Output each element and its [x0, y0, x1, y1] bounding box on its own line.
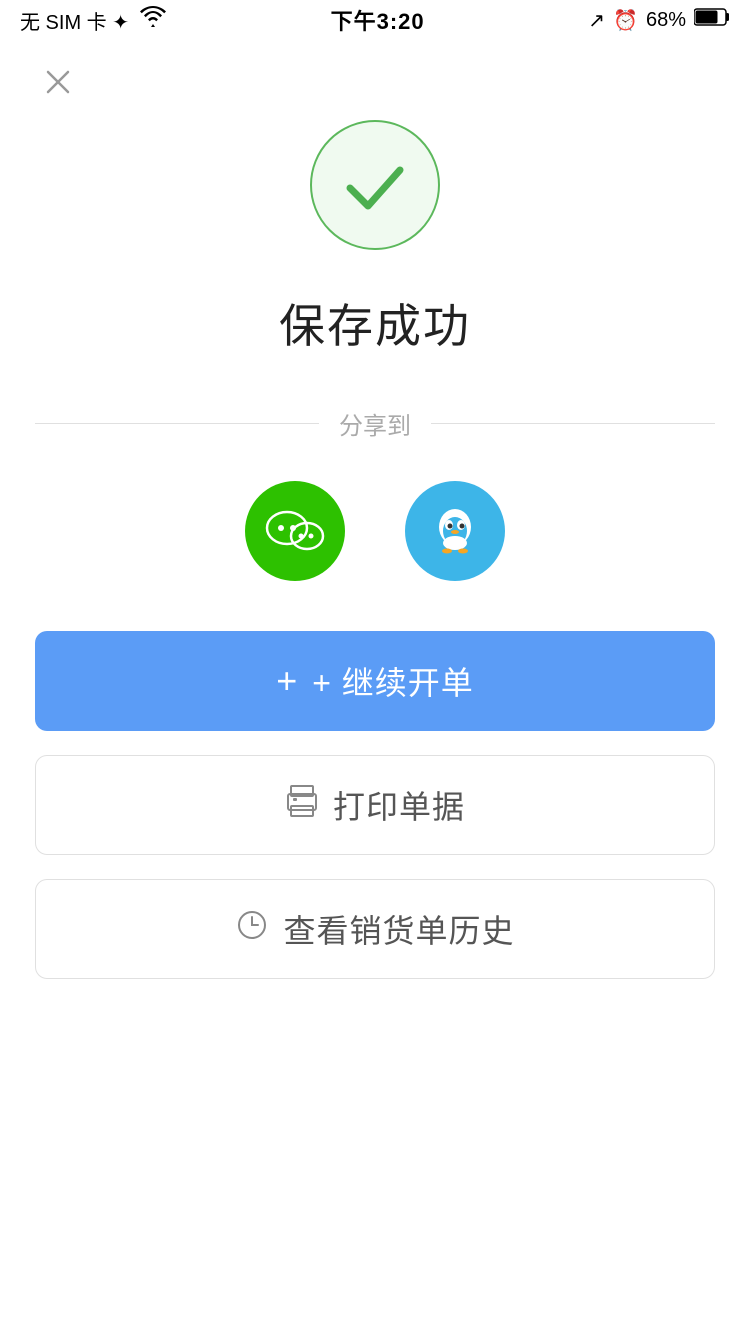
continue-label: + 继续开单: [312, 658, 474, 704]
share-section: 分享到: [0, 406, 750, 581]
main-content: 保存成功 分享到: [0, 40, 750, 979]
battery-percent: 68%: [646, 9, 686, 32]
status-left: 无 SIM 卡 ✦: [20, 6, 167, 35]
print-icon: [285, 784, 319, 826]
share-line-right: [431, 423, 715, 424]
qq-share-button[interactable]: [405, 481, 505, 581]
continue-button[interactable]: + + 继续开单: [35, 631, 715, 731]
alarm-icon: ⏰: [613, 8, 638, 33]
share-label: 分享到: [339, 406, 411, 441]
qq-icon: [425, 501, 485, 561]
wifi-icon: [139, 6, 167, 34]
battery-icon: [694, 7, 730, 33]
checkmark-icon: [340, 150, 410, 220]
close-icon: [44, 68, 72, 96]
print-label: 打印单据: [333, 782, 465, 828]
status-bar: 无 SIM 卡 ✦ 下午3:20 ↗ ⏰ 68%: [0, 0, 750, 40]
close-button[interactable]: [36, 60, 80, 104]
share-divider: 分享到: [35, 406, 715, 441]
print-button[interactable]: 打印单据: [35, 755, 715, 855]
history-button[interactable]: 查看销货单历史: [35, 879, 715, 979]
success-indicator: [310, 120, 440, 250]
location-icon: ↗: [588, 8, 605, 33]
history-label: 查看销货单历史: [283, 906, 514, 952]
success-title: 保存成功: [279, 290, 471, 356]
continue-plus-icon: +: [276, 663, 298, 699]
share-line-left: [35, 423, 319, 424]
status-right: ↗ ⏰ 68%: [588, 7, 730, 33]
wechat-icon: [265, 506, 325, 556]
sim-status: 无 SIM 卡 ✦: [20, 6, 129, 35]
actions-section: + + 继续开单 打印单据 查看销货单历: [35, 631, 715, 979]
share-icons-row: [245, 481, 505, 581]
history-icon: [235, 908, 269, 950]
wechat-share-button[interactable]: [245, 481, 345, 581]
status-time: 下午3:20: [331, 4, 425, 36]
